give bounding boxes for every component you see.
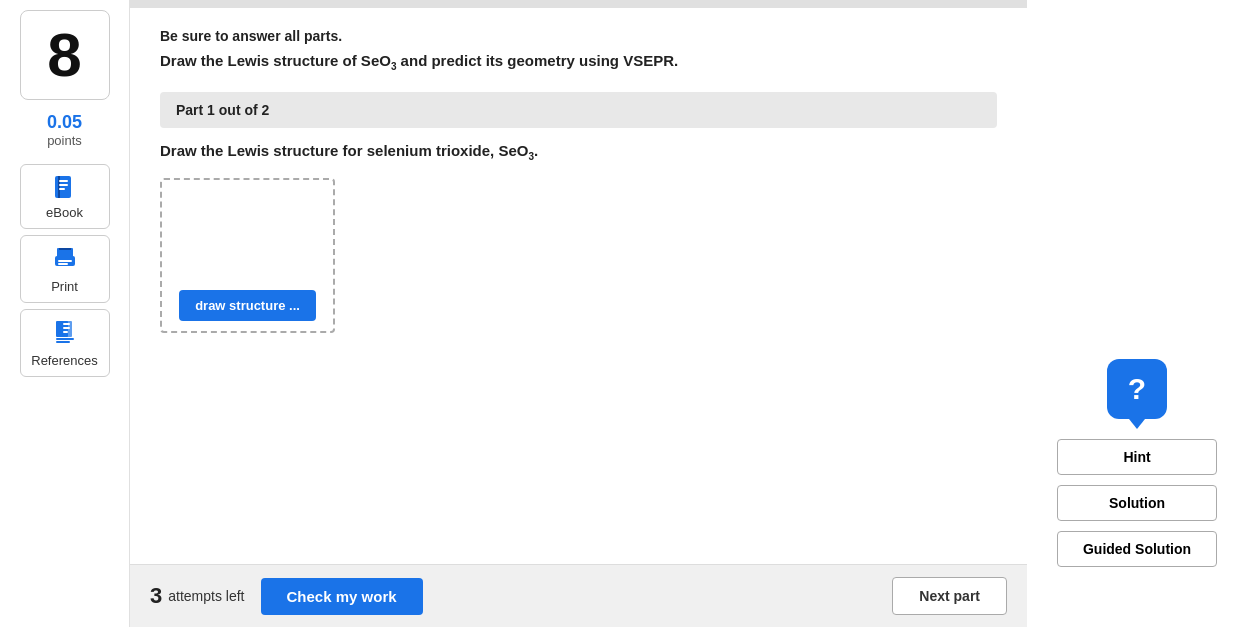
top-bar [130, 0, 1027, 8]
hint-button[interactable]: Hint [1057, 439, 1217, 475]
points-label: points [47, 133, 82, 148]
svg-rect-4 [59, 188, 65, 190]
svg-rect-12 [63, 323, 70, 325]
part-question-suffix: . [534, 142, 538, 159]
draw-area: draw structure ... [160, 178, 335, 333]
print-button[interactable]: Print [20, 235, 110, 303]
references-button[interactable]: References [20, 309, 110, 377]
part-question: Draw the Lewis structure for selenium tr… [160, 142, 997, 162]
ebook-label: eBook [46, 205, 83, 220]
right-panel: ? Hint Solution Guided Solution [1027, 0, 1247, 627]
svg-rect-2 [59, 180, 68, 182]
references-icon [51, 318, 79, 349]
points-value: 0.05 [47, 112, 82, 133]
svg-rect-0 [55, 176, 71, 198]
attempts-number: 3 [150, 583, 162, 609]
svg-rect-15 [56, 338, 74, 340]
part-question-prefix: Draw the Lewis structure for selenium tr… [160, 142, 528, 159]
guided-solution-button[interactable]: Guided Solution [1057, 531, 1217, 567]
check-my-work-button[interactable]: Check my work [261, 578, 423, 615]
references-label: References [31, 353, 97, 368]
ebook-icon [51, 173, 79, 201]
question-text-suffix: and predict its geometry using VSEPR. [396, 52, 678, 69]
help-bubble: ? [1107, 359, 1167, 419]
sidebar: 8 0.05 points eBook Print [0, 0, 130, 627]
content-area: Be sure to answer all parts. Draw the Le… [130, 8, 1027, 564]
svg-rect-9 [59, 248, 71, 250]
attempts-left: 3 attempts left [150, 583, 245, 609]
svg-rect-8 [58, 263, 68, 265]
solution-button[interactable]: Solution [1057, 485, 1217, 521]
svg-rect-7 [58, 260, 72, 262]
bottom-bar: 3 attempts left Check my work Next part [130, 564, 1027, 627]
svg-rect-13 [63, 327, 70, 329]
attempts-label: attempts left [168, 588, 244, 604]
part-header: Part 1 out of 2 [160, 92, 997, 128]
draw-structure-button[interactable]: draw structure ... [179, 290, 316, 321]
main-content: Be sure to answer all parts. Draw the Le… [130, 0, 1027, 627]
question-intro: Be sure to answer all parts. [160, 28, 997, 44]
ebook-button[interactable]: eBook [20, 164, 110, 229]
help-icon: ? [1128, 372, 1146, 406]
question-number-box: 8 [20, 10, 110, 100]
print-icon [51, 244, 79, 275]
next-part-button[interactable]: Next part [892, 577, 1007, 615]
question-text: Draw the Lewis structure of SeO3 and pre… [160, 52, 997, 72]
question-text-prefix: Draw the Lewis structure of SeO [160, 52, 391, 69]
print-label: Print [51, 279, 78, 294]
svg-rect-3 [59, 184, 68, 186]
question-number: 8 [47, 24, 81, 86]
svg-rect-14 [63, 331, 68, 333]
svg-rect-16 [56, 341, 70, 343]
svg-rect-1 [58, 176, 60, 198]
